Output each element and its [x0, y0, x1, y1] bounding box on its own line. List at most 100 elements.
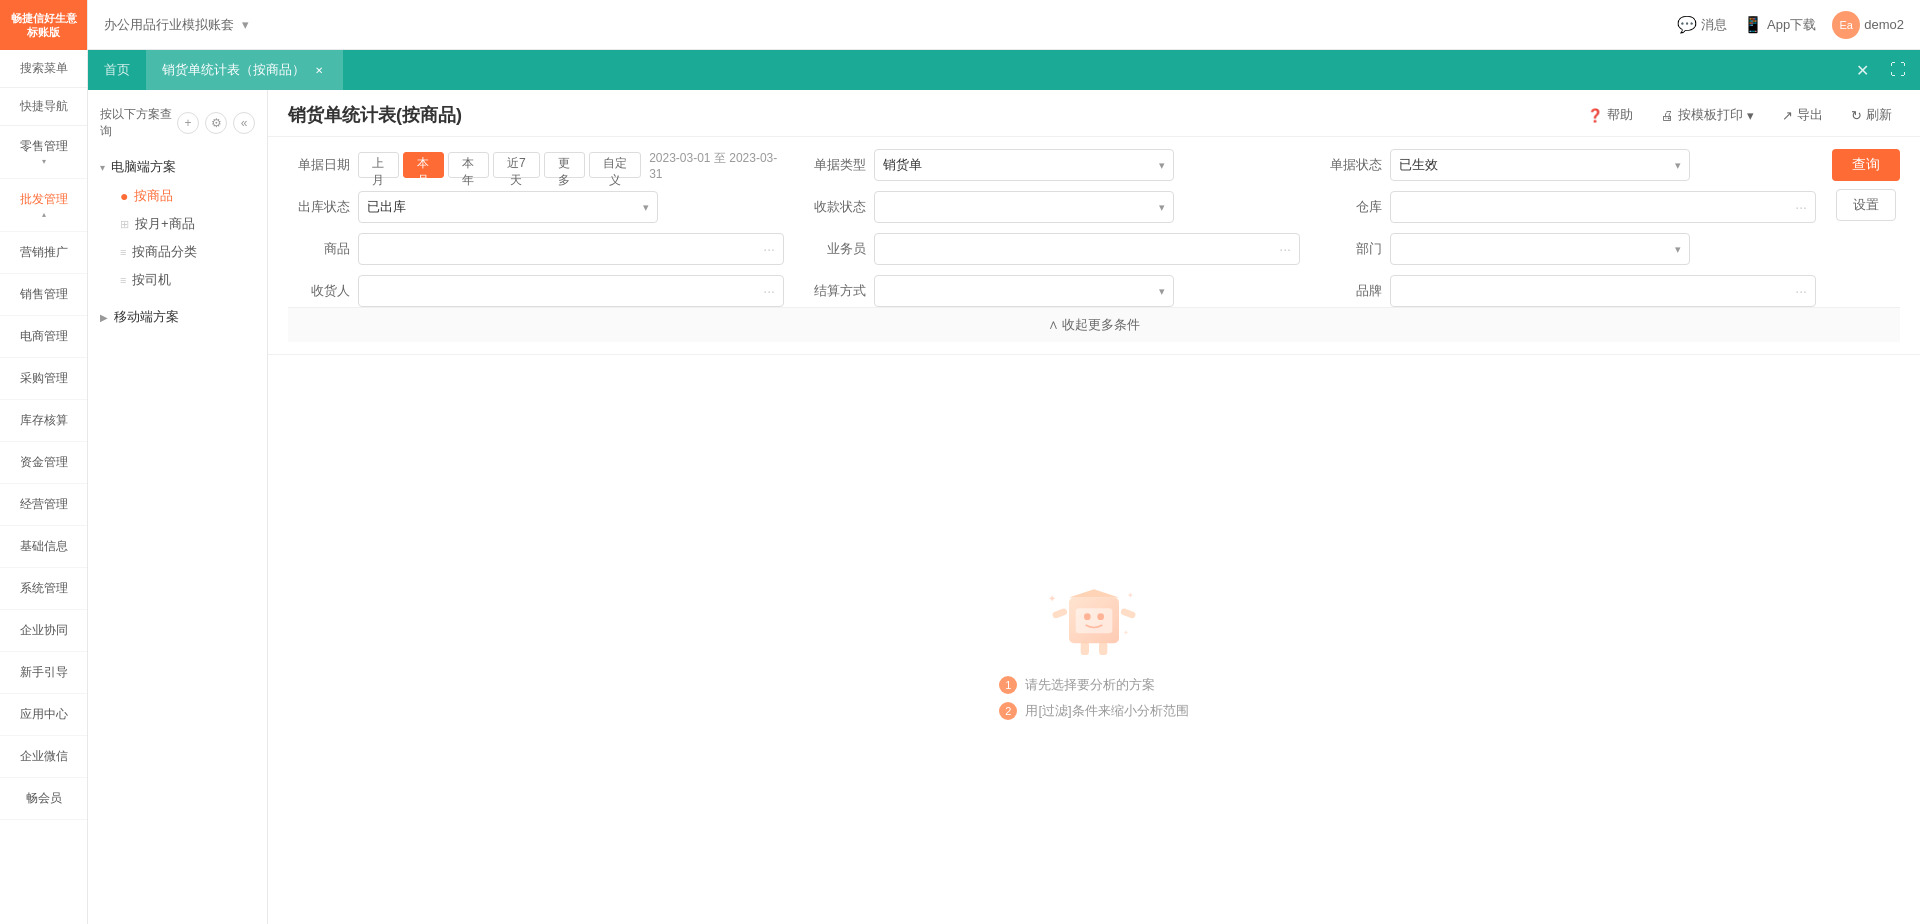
export-btn[interactable]: ↗ 导出: [1774, 102, 1831, 128]
docstatus-dropdown-icon: ▾: [1675, 159, 1681, 172]
sidebar-menu: 零售管理 ▾ 批发管理 ▴ 营销推广 销售管理 电商管理 采购管理 库存核算 资…: [0, 126, 87, 924]
tree-item-by-driver[interactable]: ≡ 按司机: [108, 266, 267, 294]
print-icon: 🖨: [1661, 108, 1674, 123]
query-btn[interactable]: 查询: [1832, 149, 1900, 181]
doctype-dropdown-icon: ▾: [1159, 159, 1165, 172]
template-print-btn[interactable]: 🖨 按模板打印 ▾: [1653, 102, 1762, 128]
sidebar-item-operations-label: 经营管理: [20, 496, 68, 513]
avatar: Ea: [1832, 11, 1860, 39]
settlement-label: 结算方式: [804, 282, 874, 300]
salesperson-input[interactable]: ···: [874, 233, 1300, 265]
sidebar-item-finance-label: 资金管理: [20, 454, 68, 471]
tree-section-pc-label: 电脑端方案: [111, 158, 176, 176]
sidebar-item-system[interactable]: 系统管理: [0, 568, 87, 610]
close-window-btn[interactable]: ✕: [1848, 56, 1876, 84]
sidebar-item-ecommerce[interactable]: 电商管理: [0, 316, 87, 358]
export-label: 导出: [1797, 106, 1823, 124]
sidebar-item-wholesale[interactable]: 批发管理 ▴: [0, 179, 87, 232]
chevron-down-icon: ▾: [42, 157, 46, 166]
message-item[interactable]: 💬 消息: [1677, 15, 1727, 34]
date-this-year-btn[interactable]: 本年: [448, 152, 489, 178]
docstatus-select[interactable]: 已生效 ▾: [1390, 149, 1690, 181]
user-item[interactable]: Ea demo2: [1832, 11, 1904, 39]
help-btn[interactable]: ❓ 帮助: [1579, 102, 1641, 128]
page-actions: ❓ 帮助 🖨 按模板打印 ▾ ↗ 导出 ↻ 刷新: [1579, 102, 1900, 128]
empty-tips: 1 请先选择要分析的方案 2 用[过滤]条件来缩小分析范围: [999, 676, 1188, 720]
wh-status-select[interactable]: 已出库 ▾: [358, 191, 658, 223]
receiver-dots-icon[interactable]: ···: [763, 283, 775, 299]
sidebar-item-retail[interactable]: 零售管理 ▾: [0, 126, 87, 179]
sidebar-item-finance[interactable]: 资金管理: [0, 442, 87, 484]
goods-dots-icon[interactable]: ···: [763, 241, 775, 257]
sidebar-item-member[interactable]: 畅会员: [0, 778, 87, 820]
receiver-input[interactable]: ···: [358, 275, 784, 307]
tree-section-pc: ▾ 电脑端方案 ● 按商品 ⊞ 按月+商品 ≡ 按商品分类: [88, 148, 267, 298]
dept-select[interactable]: ▾: [1390, 233, 1690, 265]
settings-btn[interactable]: 设置: [1836, 189, 1896, 221]
app-download-item[interactable]: 📱 App下载: [1743, 15, 1816, 34]
goods-input[interactable]: ···: [358, 233, 784, 265]
empty-tip-2: 2 用[过滤]条件来缩小分析范围: [999, 702, 1188, 720]
tree-item-by-month-goods[interactable]: ⊞ 按月+商品: [108, 210, 267, 238]
tab-close-icon[interactable]: ✕: [311, 62, 327, 78]
brand-input[interactable]: ···: [1390, 275, 1816, 307]
collapse-panel-btn[interactable]: «: [233, 112, 255, 134]
sidebar-item-marketing[interactable]: 营销推广: [0, 232, 87, 274]
sidebar-item-inventory[interactable]: 库存核算: [0, 400, 87, 442]
sidebar-item-ecommerce-label: 电商管理: [20, 328, 68, 345]
sidebar-item-operations[interactable]: 经营管理: [0, 484, 87, 526]
message-label: 消息: [1701, 16, 1727, 34]
tab-home[interactable]: 首页: [88, 50, 146, 90]
edit-scheme-btn[interactable]: ⚙: [205, 112, 227, 134]
payment-label: 收款状态: [804, 198, 874, 216]
tree-item-by-category[interactable]: ≡ 按商品分类: [108, 238, 267, 266]
settlement-select[interactable]: ▾: [874, 275, 1174, 307]
sidebar-item-retail-label: 零售管理: [20, 138, 68, 155]
date-more-btn[interactable]: 更多: [544, 152, 585, 178]
salesperson-dots-icon[interactable]: ···: [1279, 241, 1291, 257]
brand-dots-icon[interactable]: ···: [1795, 283, 1807, 299]
doctype-select[interactable]: 销货单 ▾: [874, 149, 1174, 181]
query-settings-col: 查询 设置: [1816, 149, 1900, 221]
date-7days-btn[interactable]: 近7天: [493, 152, 540, 178]
sidebar-item-purchase[interactable]: 采购管理: [0, 358, 87, 400]
category-icon: ≡: [120, 246, 126, 258]
date-custom-btn[interactable]: 自定义: [589, 152, 641, 178]
sidebar-item-collab[interactable]: 企业协同: [0, 610, 87, 652]
collapse-more-btn[interactable]: ∧ 收起更多条件: [288, 307, 1900, 342]
filter-brand-col: 品牌 ···: [1320, 275, 1816, 307]
tree-item-by-goods[interactable]: ● 按商品: [108, 182, 267, 210]
page-title-bar: 销货单统计表(按商品) ❓ 帮助 🖨 按模板打印 ▾ ↗ 导出: [268, 90, 1920, 137]
sidebar-item-wechat[interactable]: 企业微信: [0, 736, 87, 778]
sidebar-item-inventory-label: 库存核算: [20, 412, 68, 429]
left-panel-header: 按以下方案查询 + ⚙ «: [88, 98, 267, 148]
sidebar-item-wechat-label: 企业微信: [20, 748, 68, 765]
sidebar-item-base[interactable]: 基础信息: [0, 526, 87, 568]
filter-settlement-col: 结算方式 ▾: [804, 275, 1300, 307]
tab-sales-stats[interactable]: 销货单统计表（按商品） ✕: [146, 50, 343, 90]
sidebar-item-sales[interactable]: 销售管理: [0, 274, 87, 316]
tip-num-2: 2: [999, 702, 1017, 720]
industry-dropdown-icon[interactable]: ▾: [242, 17, 249, 32]
industry-label: 办公用品行业模拟账套: [104, 16, 234, 34]
warehouse-dots-icon[interactable]: ···: [1795, 199, 1807, 215]
tip-text-1: 请先选择要分析的方案: [1025, 676, 1155, 694]
wh-status-dropdown-icon: ▾: [643, 201, 649, 214]
left-panel-title: 按以下方案查询: [100, 106, 177, 140]
search-menu-item[interactable]: 搜索菜单: [0, 50, 87, 88]
expand-window-btn[interactable]: ⛶: [1884, 56, 1912, 84]
add-scheme-btn[interactable]: +: [177, 112, 199, 134]
tree-section-pc-header[interactable]: ▾ 电脑端方案: [88, 152, 267, 182]
doctype-value: 销货单: [883, 156, 1159, 174]
sidebar-item-apps[interactable]: 应用中心: [0, 694, 87, 736]
refresh-btn[interactable]: ↻ 刷新: [1843, 102, 1900, 128]
tree-section-mobile-header[interactable]: ▶ 移动端方案: [88, 302, 267, 332]
date-this-month-btn[interactable]: 本月: [403, 152, 444, 178]
payment-select[interactable]: ▾: [874, 191, 1174, 223]
sidebar-item-guide[interactable]: 新手引导: [0, 652, 87, 694]
quick-nav-item[interactable]: 快捷导航: [0, 88, 87, 126]
date-last-month-btn[interactable]: 上月: [358, 152, 399, 178]
template-print-label: 按模板打印: [1678, 106, 1743, 124]
svg-text:✦: ✦: [1048, 592, 1056, 603]
warehouse-input[interactable]: ···: [1390, 191, 1816, 223]
